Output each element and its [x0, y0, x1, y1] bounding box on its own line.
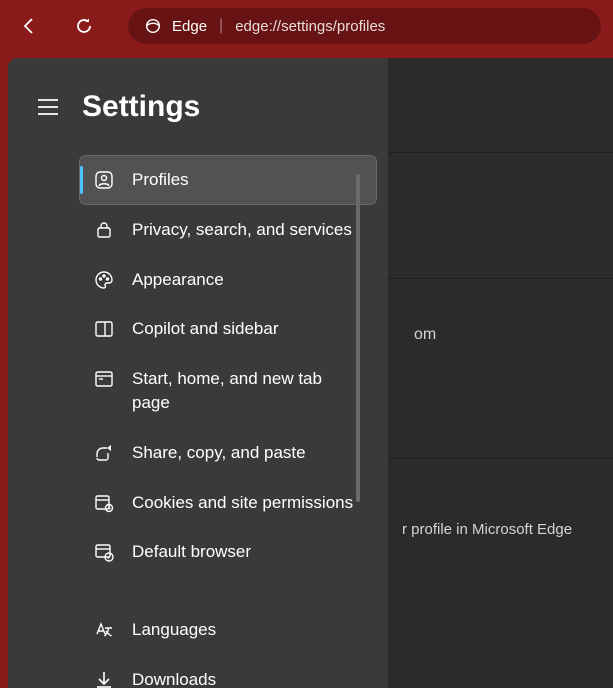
sidebar-item-default-browser[interactable]: Default browser	[80, 528, 376, 576]
sidebar-item-label: Start, home, and new tab page	[132, 367, 362, 415]
edge-label: Edge	[172, 18, 207, 35]
sidebar-item-label: Appearance	[132, 268, 224, 292]
sidebar-item-label: Profiles	[132, 168, 189, 192]
address-divider: |	[219, 17, 223, 35]
panel-divider	[388, 458, 613, 459]
sidebar-item-label: Languages	[132, 618, 216, 642]
browser-toolbar: Edge | edge://settings/profiles	[0, 0, 613, 52]
sidebar-item-cookies[interactable]: Cookies and site permissions	[80, 479, 376, 527]
sidebar-item-privacy[interactable]: Privacy, search, and services	[80, 206, 376, 254]
share-icon	[94, 443, 114, 463]
sidebar-icon	[94, 319, 114, 339]
sidebar-item-appearance[interactable]: Appearance	[80, 256, 376, 304]
sidebar-item-label: Cookies and site permissions	[132, 491, 353, 515]
panel-divider	[388, 152, 613, 153]
sidebar-item-languages[interactable]: Languages	[80, 606, 376, 654]
settings-main-panel: om r profile in Microsoft Edge	[388, 58, 613, 688]
sidebar-item-label: Downloads	[132, 668, 216, 688]
download-icon	[94, 670, 114, 688]
address-bar[interactable]: Edge | edge://settings/profiles	[128, 8, 601, 44]
sidebar-item-start-home[interactable]: Start, home, and new tab page	[80, 355, 376, 427]
browser-icon	[94, 542, 114, 562]
palette-icon	[94, 270, 114, 290]
hamburger-button[interactable]	[32, 91, 64, 123]
refresh-button[interactable]	[66, 8, 102, 44]
language-icon	[94, 620, 114, 640]
panel-text-snippet: r profile in Microsoft Edge	[402, 521, 572, 538]
panel-text-snippet: om	[414, 326, 436, 344]
sidebar-item-copilot[interactable]: Copilot and sidebar	[80, 305, 376, 353]
sidebar-scrollbar[interactable]	[356, 174, 360, 502]
profile-icon	[94, 170, 114, 190]
sidebar-item-profiles[interactable]: Profiles	[80, 156, 376, 204]
settings-sidebar: Settings Profiles	[8, 58, 388, 688]
hamburger-icon	[37, 98, 59, 116]
page-title: Settings	[82, 90, 200, 124]
edge-logo-icon	[144, 17, 162, 35]
sidebar-item-label: Privacy, search, and services	[132, 218, 352, 242]
address-url: edge://settings/profiles	[235, 18, 385, 35]
sidebar-item-share[interactable]: Share, copy, and paste	[80, 429, 376, 477]
nav-separator	[80, 578, 376, 606]
settings-nav-list: Profiles Privacy, search, and services	[8, 156, 388, 688]
refresh-icon	[74, 16, 94, 36]
sidebar-item-downloads[interactable]: Downloads	[80, 656, 376, 688]
lock-icon	[94, 220, 114, 240]
back-button[interactable]	[12, 8, 48, 44]
sidebar-item-label: Share, copy, and paste	[132, 441, 306, 465]
panel-divider	[388, 278, 613, 279]
content-area: Settings Profiles	[8, 58, 613, 688]
sidebar-item-label: Default browser	[132, 540, 251, 564]
back-icon	[20, 16, 40, 36]
cookies-icon	[94, 493, 114, 513]
sidebar-item-label: Copilot and sidebar	[132, 317, 278, 341]
sidebar-header: Settings	[8, 82, 388, 156]
window-icon	[94, 369, 114, 389]
